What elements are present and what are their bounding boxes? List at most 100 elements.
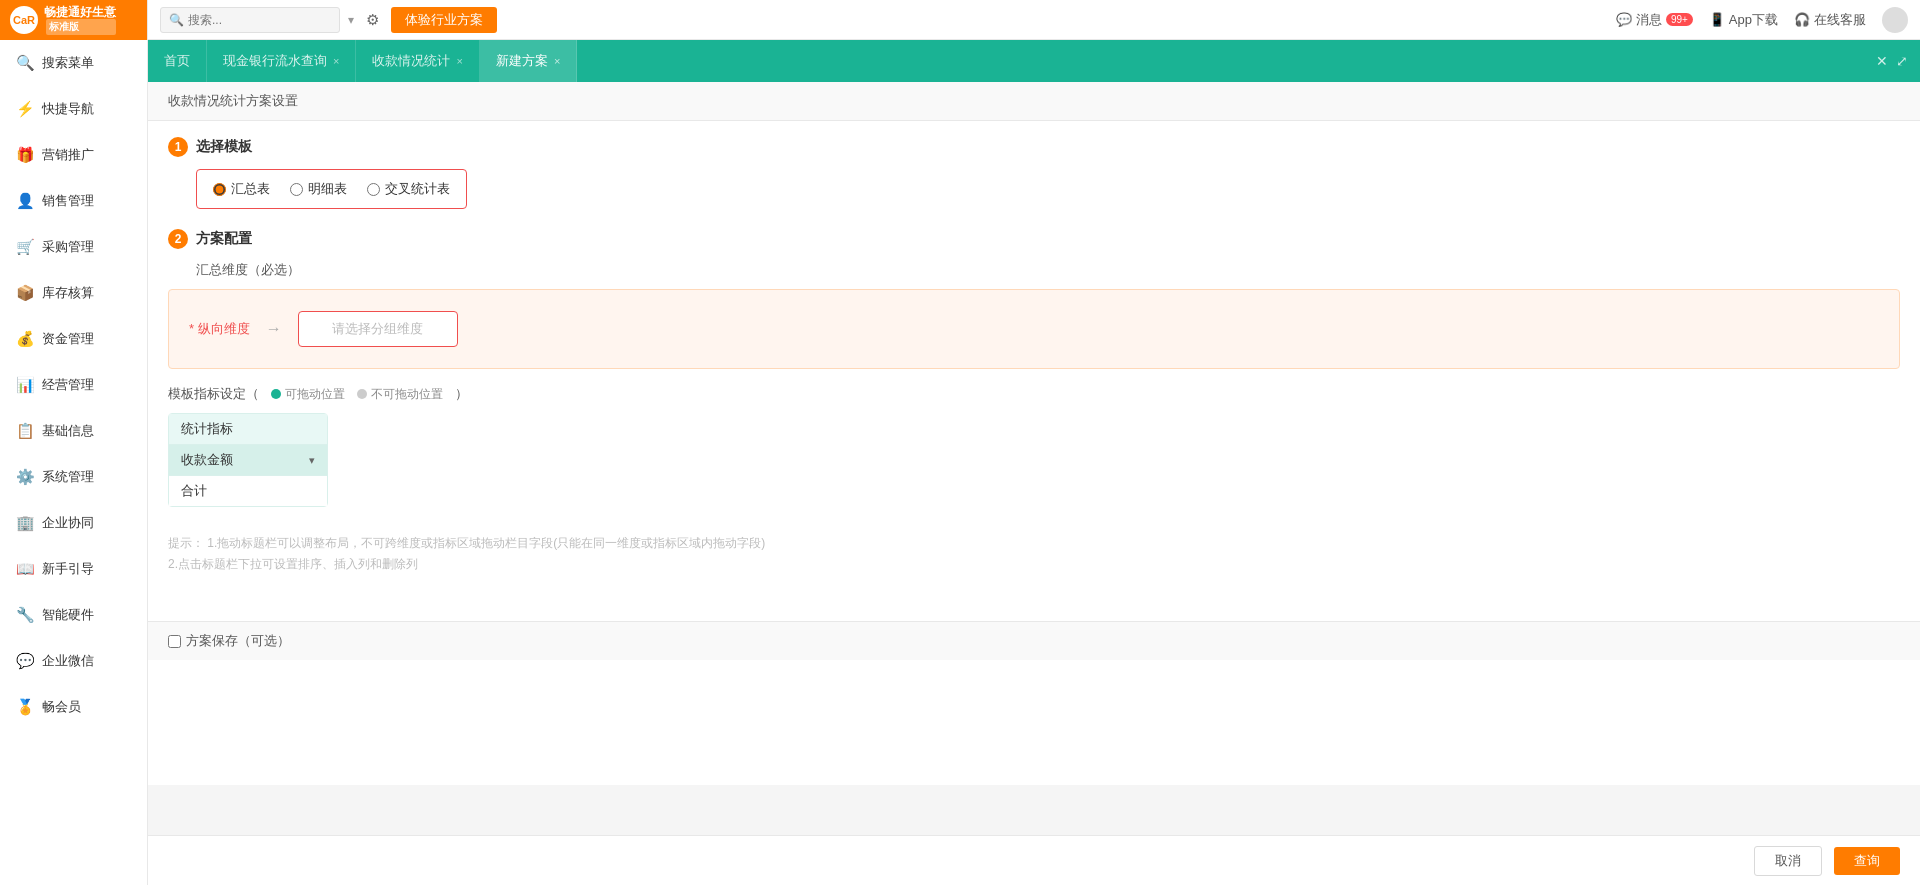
sidebar-item-enterprise[interactable]: 🏢 企业协同: [0, 500, 147, 546]
sidebar-item-label-wechat: 企业微信: [42, 652, 94, 670]
sidebar-item-guide[interactable]: 📖 新手引导: [0, 546, 147, 592]
step1-num: 1: [168, 137, 188, 157]
search-icon: 🔍: [169, 13, 184, 27]
step1-title: 选择模板: [196, 138, 252, 156]
cancel-button[interactable]: 取消: [1754, 846, 1822, 876]
search-chevron-icon[interactable]: ▾: [348, 13, 354, 27]
page-title-bar: 收款情况统计方案设置: [148, 82, 1920, 121]
tab-close-new-plan[interactable]: ×: [554, 55, 560, 67]
dimension-row: * 纵向维度 → 请选择分组维度: [189, 311, 458, 347]
radio-summary[interactable]: 汇总表: [213, 180, 270, 198]
trial-button[interactable]: 体验行业方案: [391, 7, 497, 33]
sidebar-item-label-guide: 新手引导: [42, 560, 94, 578]
sidebar-item-label-marketing: 营销推广: [42, 146, 94, 164]
close-tab-icon[interactable]: ✕: [1876, 53, 1888, 69]
content-area: 收款情况统计方案设置 1 选择模板 汇总表: [148, 82, 1920, 835]
dimension-area: * 纵向维度 → 请选择分组维度: [168, 289, 1900, 369]
save-option-label[interactable]: 方案保存（可选）: [168, 632, 290, 650]
radio-cross[interactable]: 交叉统计表: [367, 180, 450, 198]
hardware-icon: 🔧: [16, 606, 34, 624]
draggable-indicator: 可拖动位置: [271, 386, 345, 403]
app-tag: 标准版: [46, 19, 116, 35]
sidebar-item-label-sales: 销售管理: [42, 192, 94, 210]
tab-close-collection[interactable]: ×: [456, 55, 462, 67]
step2-section: 2 方案配置 汇总维度（必选） * 纵向维度 → 请选择分组维度: [168, 229, 1900, 585]
finance-icon: 💰: [16, 330, 34, 348]
collection-amount-label: 收款金额: [181, 451, 233, 469]
sidebar-item-label-search: 搜索菜单: [42, 54, 94, 72]
dimension-select[interactable]: 请选择分组维度: [298, 311, 458, 347]
fixed-indicator: 不可拖动位置: [357, 386, 443, 403]
radio-summary-input[interactable]: [213, 183, 226, 196]
dimension-section-label: 汇总维度（必选）: [196, 261, 1900, 279]
fixed-label: 不可拖动位置: [371, 386, 443, 403]
search-icon: 🔍: [16, 54, 34, 72]
metrics-section: 模板指标设定（ 可拖动位置 不可拖动位置 ）: [168, 385, 1900, 585]
operations-icon: 📊: [16, 376, 34, 394]
marketing-icon: 🎁: [16, 146, 34, 164]
sidebar-item-finance[interactable]: 💰 资金管理: [0, 316, 147, 362]
metrics-header: 模板指标设定（ 可拖动位置 不可拖动位置 ）: [168, 385, 1900, 403]
collection-amount-header[interactable]: 收款金额 ▾: [169, 445, 327, 476]
search-box[interactable]: 🔍: [160, 7, 340, 33]
topbar-right: 💬 消息 99+ 📱 App下载 🎧 在线客服: [1616, 7, 1908, 33]
radio-cross-label: 交叉统计表: [385, 180, 450, 198]
sidebar-item-system[interactable]: ⚙️ 系统管理: [0, 454, 147, 500]
expand-icon[interactable]: ⤢: [1896, 53, 1908, 69]
quick-nav-icon: ⚡: [16, 100, 34, 118]
service-button[interactable]: 🎧 在线客服: [1794, 11, 1866, 29]
settings-icon[interactable]: ⚙: [366, 11, 379, 29]
sidebar-item-member[interactable]: 🏅 畅会员: [0, 684, 147, 730]
radio-detail[interactable]: 明细表: [290, 180, 347, 198]
sidebar-item-operations[interactable]: 📊 经营管理: [0, 362, 147, 408]
tab-new-plan[interactable]: 新建方案 ×: [480, 40, 577, 82]
query-button[interactable]: 查询: [1834, 847, 1900, 875]
sidebar-item-hardware[interactable]: 🔧 智能硬件: [0, 592, 147, 638]
sidebar-item-wechat[interactable]: 💬 企业微信: [0, 638, 147, 684]
total-row: 合计: [169, 476, 327, 506]
dimension-label-text: 汇总维度（必选）: [196, 262, 300, 277]
message-button[interactable]: 💬 消息 99+: [1616, 11, 1693, 29]
step2-header: 2 方案配置: [168, 229, 1900, 249]
sidebar-item-purchase[interactable]: 🛒 采购管理: [0, 224, 147, 270]
sidebar-item-label-enterprise: 企业协同: [42, 514, 94, 532]
radio-detail-label: 明细表: [308, 180, 347, 198]
tab-bank[interactable]: 现金银行流水查询×: [207, 40, 356, 82]
step2-title: 方案配置: [196, 230, 252, 248]
save-checkbox[interactable]: [168, 635, 181, 648]
amount-chevron-icon[interactable]: ▾: [309, 454, 315, 467]
avatar[interactable]: [1882, 7, 1908, 33]
sidebar-item-search[interactable]: 🔍 搜索菜单: [0, 40, 147, 86]
sidebar-item-quick-nav[interactable]: ⚡ 快捷导航: [0, 86, 147, 132]
sidebar-item-label-basic: 基础信息: [42, 422, 94, 440]
step1-header: 1 选择模板: [168, 137, 1900, 157]
sidebar-item-label-finance: 资金管理: [42, 330, 94, 348]
fixed-dot: [357, 389, 367, 399]
purchase-icon: 🛒: [16, 238, 34, 256]
main-area: 🔍 ▾ ⚙ 体验行业方案 💬 消息 99+ 📱 App下载 🎧 在线客服 首页现…: [148, 0, 1920, 885]
wechat-icon: 💬: [16, 652, 34, 670]
tab-close-bank[interactable]: ×: [333, 55, 339, 67]
stats-label: 统计指标: [181, 420, 233, 438]
footer-bar: 取消 查询: [148, 835, 1920, 885]
sidebar-item-label-operations: 经营管理: [42, 376, 94, 394]
sidebar-item-inventory[interactable]: 📦 库存核算: [0, 270, 147, 316]
radio-cross-input[interactable]: [367, 183, 380, 196]
tab-collection[interactable]: 收款情况统计×: [356, 40, 479, 82]
sidebar-item-label-quick-nav: 快捷导航: [42, 100, 94, 118]
search-input[interactable]: [188, 13, 331, 27]
tab-label-new-plan: 新建方案: [496, 52, 548, 70]
vertical-dimension-label: * 纵向维度: [189, 320, 250, 338]
download-button[interactable]: 📱 App下载: [1709, 11, 1778, 29]
sidebar-item-sales[interactable]: 👤 销售管理: [0, 178, 147, 224]
sidebar-item-marketing[interactable]: 🎁 营销推广: [0, 132, 147, 178]
hint-2: 2.点击标题栏下拉可设置排序、插入列和删除列: [168, 556, 1900, 573]
tab-home[interactable]: 首页: [148, 40, 207, 82]
sidebar: CaR 畅捷通好生意 标准版 🔍 搜索菜单 ⚡ 快捷导航 🎁 营销推广 👤 销售…: [0, 0, 148, 885]
template-options-box: 汇总表 明细表 交叉统计表: [196, 169, 467, 209]
sidebar-item-basic[interactable]: 📋 基础信息: [0, 408, 147, 454]
sidebar-item-label-purchase: 采购管理: [42, 238, 94, 256]
template-radio-group: 汇总表 明细表 交叉统计表: [213, 180, 450, 198]
radio-detail-input[interactable]: [290, 183, 303, 196]
arrow-icon: →: [266, 320, 282, 338]
